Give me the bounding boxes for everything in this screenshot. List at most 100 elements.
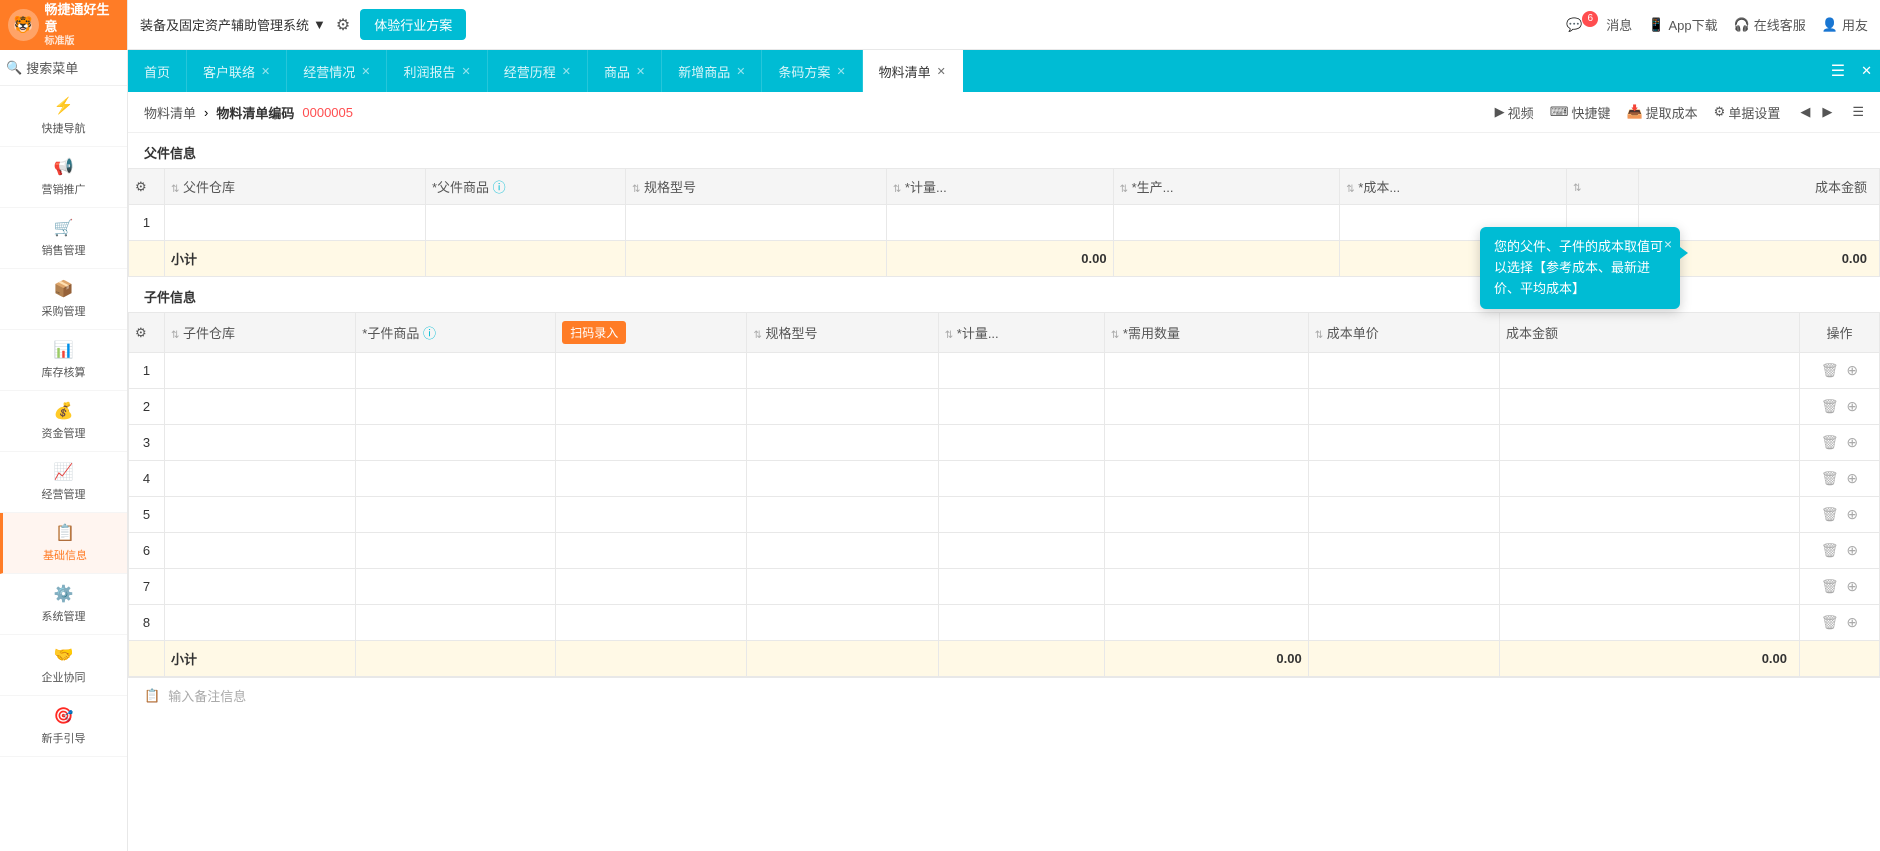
tab-operations[interactable]: 经营情况 ✕ bbox=[287, 50, 387, 92]
sidebar-item-enterprise[interactable]: 🤝 企业协同 bbox=[0, 635, 127, 696]
production-sort-icon[interactable]: ⇅ bbox=[1120, 184, 1128, 195]
child-row-1-unit-cost[interactable] bbox=[1308, 353, 1499, 389]
sidebar-item-basic-info[interactable]: 📋 基础信息 bbox=[0, 513, 127, 574]
tab-profit-close[interactable]: ✕ bbox=[462, 65, 471, 78]
copy-icon-5[interactable]: ⊕ bbox=[1844, 504, 1860, 524]
child-col-scan[interactable]: 扫码录入 bbox=[556, 313, 747, 353]
tab-customer[interactable]: 客户联络 ✕ bbox=[187, 50, 287, 92]
parent-row-warehouse[interactable] bbox=[165, 205, 426, 241]
sidebar-item-finance[interactable]: 💰 资金管理 bbox=[0, 391, 127, 452]
child-row-7-cost-amount[interactable] bbox=[1500, 569, 1800, 605]
child-row-6-unit[interactable] bbox=[938, 533, 1104, 569]
child-row-5-goods[interactable] bbox=[356, 497, 556, 533]
child-row-2-warehouse[interactable] bbox=[165, 389, 356, 425]
child-row-4-spec[interactable] bbox=[747, 461, 938, 497]
child-row-3-unit[interactable] bbox=[938, 425, 1104, 461]
copy-icon-7[interactable]: ⊕ bbox=[1844, 576, 1860, 596]
delete-icon-5[interactable]: 🗑 bbox=[1819, 504, 1841, 524]
child-row-8-unit-cost[interactable] bbox=[1308, 605, 1499, 641]
copy-icon-8[interactable]: ⊕ bbox=[1844, 612, 1860, 632]
child-row-1-unit[interactable] bbox=[938, 353, 1104, 389]
video-action[interactable]: ▶ 视频 bbox=[1495, 103, 1534, 122]
child-row-3-cost-amount[interactable] bbox=[1500, 425, 1800, 461]
sidebar-search-item[interactable]: 🔍 搜索菜单 bbox=[0, 50, 127, 86]
shortcut-action[interactable]: ⌨ 快捷键 bbox=[1550, 103, 1611, 122]
user-action[interactable]: 👤 用友 bbox=[1822, 15, 1868, 34]
copy-icon-2[interactable]: ⊕ bbox=[1844, 396, 1860, 416]
copy-icon-6[interactable]: ⊕ bbox=[1844, 540, 1860, 560]
child-row-8-warehouse[interactable] bbox=[165, 605, 356, 641]
parent-row-goods[interactable] bbox=[425, 205, 625, 241]
child-row-6-goods[interactable] bbox=[356, 533, 556, 569]
delete-icon-8[interactable]: 🗑 bbox=[1819, 612, 1841, 632]
child-row-5-scan[interactable] bbox=[556, 497, 747, 533]
child-row-1-spec[interactable] bbox=[747, 353, 938, 389]
settings-button[interactable]: ⚙ bbox=[336, 15, 350, 35]
system-selector[interactable]: 装备及固定资产辅助管理系统 ▼ bbox=[140, 15, 326, 34]
child-row-1-goods[interactable] bbox=[356, 353, 556, 389]
tab-goods[interactable]: 商品 ✕ bbox=[588, 50, 662, 92]
child-row-3-qty[interactable] bbox=[1104, 425, 1308, 461]
tab-operations-close[interactable]: ✕ bbox=[361, 65, 370, 78]
parent-row-production[interactable] bbox=[1113, 205, 1340, 241]
app-download-action[interactable]: 📱 App下载 bbox=[1648, 15, 1717, 34]
sidebar-item-quick-nav[interactable]: ⚡ 快捷导航 bbox=[0, 86, 127, 147]
delete-icon-2[interactable]: 🗑 bbox=[1819, 396, 1841, 416]
try-plan-button[interactable]: 体验行业方案 bbox=[360, 9, 466, 40]
child-row-6-cost-amount[interactable] bbox=[1500, 533, 1800, 569]
child-row-4-warehouse[interactable] bbox=[165, 461, 356, 497]
prev-arrow[interactable]: ◀ bbox=[1796, 102, 1814, 122]
sidebar-item-purchase[interactable]: 📦 采购管理 bbox=[0, 269, 127, 330]
child-row-5-warehouse[interactable] bbox=[165, 497, 356, 533]
sidebar-item-operations[interactable]: 📈 经营管理 bbox=[0, 452, 127, 513]
child-row-3-spec[interactable] bbox=[747, 425, 938, 461]
tab-customer-close[interactable]: ✕ bbox=[261, 65, 270, 78]
child-row-8-cost-amount[interactable] bbox=[1500, 605, 1800, 641]
child-row-3-goods[interactable] bbox=[356, 425, 556, 461]
child-row-5-cost-amount[interactable] bbox=[1500, 497, 1800, 533]
tab-barcode[interactable]: 条码方案 ✕ bbox=[762, 50, 862, 92]
child-row-5-unit-cost[interactable] bbox=[1308, 497, 1499, 533]
child-row-2-unit[interactable] bbox=[938, 389, 1104, 425]
child-row-3-warehouse[interactable] bbox=[165, 425, 356, 461]
parent-row-unit[interactable] bbox=[886, 205, 1113, 241]
child-row-8-qty[interactable] bbox=[1104, 605, 1308, 641]
child-row-6-qty[interactable] bbox=[1104, 533, 1308, 569]
child-row-6-unit-cost[interactable] bbox=[1308, 533, 1499, 569]
child-row-1-warehouse[interactable] bbox=[165, 353, 356, 389]
tab-history[interactable]: 经营历程 ✕ bbox=[488, 50, 588, 92]
child-row-2-cost-amount[interactable] bbox=[1500, 389, 1800, 425]
tab-history-close[interactable]: ✕ bbox=[562, 65, 571, 78]
child-row-8-scan[interactable] bbox=[556, 605, 747, 641]
child-row-8-spec[interactable] bbox=[747, 605, 938, 641]
sidebar-item-inventory[interactable]: 📊 库存核算 bbox=[0, 330, 127, 391]
single-settings-action[interactable]: ⚙ 单据设置 bbox=[1714, 103, 1781, 122]
service-action[interactable]: 🎧 在线客服 bbox=[1734, 15, 1806, 34]
tab-menu-button[interactable]: ☰ bbox=[1823, 61, 1853, 81]
child-row-4-qty[interactable] bbox=[1104, 461, 1308, 497]
child-row-7-goods[interactable] bbox=[356, 569, 556, 605]
tab-profit[interactable]: 利润报告 ✕ bbox=[387, 50, 487, 92]
tab-new-goods[interactable]: 新增商品 ✕ bbox=[662, 50, 762, 92]
note-text[interactable]: 输入备注信息 bbox=[168, 686, 246, 705]
message-action[interactable]: 💬 6 消息 bbox=[1566, 15, 1632, 34]
child-row-2-goods[interactable] bbox=[356, 389, 556, 425]
delete-icon-1[interactable]: 🗑 bbox=[1819, 360, 1841, 380]
unit-sort-icon[interactable]: ⇅ bbox=[893, 184, 901, 195]
copy-icon-1[interactable]: ⊕ bbox=[1844, 360, 1860, 380]
sidebar-item-marketing[interactable]: 📢 营销推广 bbox=[0, 147, 127, 208]
tab-new-goods-close[interactable]: ✕ bbox=[736, 65, 745, 78]
delete-icon-7[interactable]: 🗑 bbox=[1819, 576, 1841, 596]
tab-bom[interactable]: 物料清单 ✕ bbox=[863, 50, 963, 92]
sidebar-item-sales[interactable]: 🛒 销售管理 bbox=[0, 208, 127, 269]
child-row-1-qty[interactable] bbox=[1104, 353, 1308, 389]
delete-icon-6[interactable]: 🗑 bbox=[1819, 540, 1841, 560]
child-row-5-unit[interactable] bbox=[938, 497, 1104, 533]
copy-icon-3[interactable]: ⊕ bbox=[1844, 432, 1860, 452]
child-row-7-scan[interactable] bbox=[556, 569, 747, 605]
child-row-7-spec[interactable] bbox=[747, 569, 938, 605]
tab-home[interactable]: 首页 bbox=[128, 50, 187, 92]
child-row-8-unit[interactable] bbox=[938, 605, 1104, 641]
tooltip-close-button[interactable]: × bbox=[1664, 233, 1672, 255]
child-row-2-scan[interactable] bbox=[556, 389, 747, 425]
